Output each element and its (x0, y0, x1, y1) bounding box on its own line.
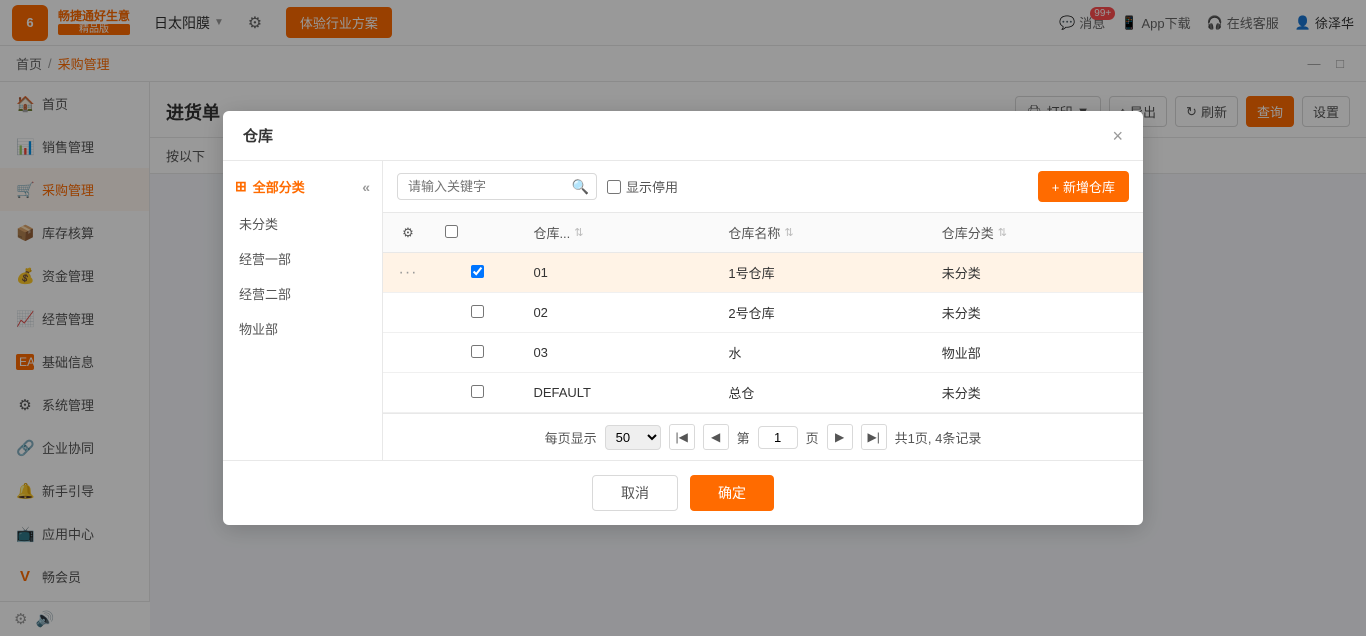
row-checkbox-cell (433, 293, 521, 333)
modal-close-button[interactable]: × (1112, 127, 1123, 145)
category-header: ⊞ 全部分类 « (223, 171, 382, 206)
table-toolbar: 🔍 显示停用 + 新增仓库 (383, 161, 1143, 213)
name-sort-icon: ⇅ (784, 226, 793, 239)
row-dots-menu[interactable]: ··· (399, 264, 418, 281)
modal-body: ⊞ 全部分类 « 未分类 经营一部 经营二部 物业部 (223, 161, 1143, 460)
row-action-cell (383, 333, 433, 373)
col-name-label: 仓库名称 (728, 223, 780, 242)
col-category-label: 仓库分类 (942, 223, 994, 242)
show-disabled-label: 显示停用 (626, 177, 678, 196)
category-label-property: 物业部 (239, 322, 278, 337)
confirm-button[interactable]: 确定 (690, 475, 774, 511)
modal-header: 仓库 × (223, 111, 1143, 161)
modal-footer: 取消 确定 (223, 460, 1143, 525)
row-checkbox[interactable] (471, 305, 484, 318)
row-category: 未分类 (930, 253, 1143, 293)
show-disabled-checkbox[interactable] (607, 180, 621, 194)
table-header-row: ⚙ 仓库... ⇅ 仓库名称 (383, 213, 1143, 253)
search-input[interactable] (397, 173, 597, 200)
row-name: 1号仓库 (716, 253, 929, 293)
row-category: 未分类 (930, 293, 1143, 333)
page-size-select[interactable]: 10 20 50 100 (605, 425, 661, 450)
page-input[interactable] (758, 426, 798, 449)
warehouse-modal: 仓库 × ⊞ 全部分类 « 未分类 经营一部 (223, 111, 1143, 525)
category-label-dept2: 经营二部 (239, 287, 291, 302)
row-checkbox[interactable] (471, 265, 484, 278)
table-row[interactable]: 03 水 物业部 (383, 333, 1143, 373)
gear-col-icon: ⚙ (402, 225, 414, 240)
search-icon: 🔍 (572, 178, 589, 195)
add-warehouse-btn[interactable]: + 新增仓库 (1038, 171, 1129, 202)
category-item-dept2[interactable]: 经营二部 (223, 276, 382, 311)
search-wrap: 🔍 (397, 173, 597, 200)
row-action-cell (383, 293, 433, 333)
category-item-dept1[interactable]: 经营一部 (223, 241, 382, 276)
category-label-unclassified: 未分类 (239, 217, 278, 232)
total-info: 共1页, 4条记录 (895, 428, 982, 447)
col-gear: ⚙ (383, 213, 433, 253)
row-checkbox-cell (433, 253, 521, 293)
table-area: 🔍 显示停用 + 新增仓库 ⚙ (383, 161, 1143, 460)
row-checkbox[interactable] (471, 345, 484, 358)
show-disabled-wrap: 显示停用 (607, 177, 678, 196)
category-title-row: ⊞ 全部分类 (235, 177, 305, 196)
modal-overlay: 仓库 × ⊞ 全部分类 « 未分类 经营一部 (0, 0, 1366, 636)
col-name: 仓库名称 ⇅ (716, 213, 929, 253)
table-row[interactable]: DEFAULT 总仓 未分类 (383, 373, 1143, 413)
row-name: 总仓 (716, 373, 929, 413)
page-prev-btn[interactable]: ◀ (703, 424, 729, 450)
all-category-label[interactable]: 全部分类 (253, 177, 305, 196)
category-item-property[interactable]: 物业部 (223, 311, 382, 346)
row-category: 未分类 (930, 373, 1143, 413)
warehouse-table: ⚙ 仓库... ⇅ 仓库名称 (383, 213, 1143, 413)
row-code: DEFAULT (521, 373, 716, 413)
data-table: ⚙ 仓库... ⇅ 仓库名称 (383, 213, 1143, 413)
category-collapse-btn[interactable]: « (362, 179, 370, 195)
modal-title: 仓库 (243, 125, 273, 146)
row-action-cell: ··· (383, 253, 433, 293)
row-checkbox-cell (433, 373, 521, 413)
col-checkbox (433, 213, 521, 253)
category-label-dept1: 经营一部 (239, 252, 291, 267)
row-code: 01 (521, 253, 716, 293)
pagination-bar: 每页显示 10 20 50 100 |◀ ◀ 第 页 ▶ ▶| 共1页, 4条记… (383, 413, 1143, 460)
row-name: 水 (716, 333, 929, 373)
select-all-checkbox[interactable] (445, 225, 458, 238)
page-next-btn[interactable]: ▶ (827, 424, 853, 450)
category-sidebar: ⊞ 全部分类 « 未分类 经营一部 经营二部 物业部 (223, 161, 383, 460)
page-first-btn[interactable]: |◀ (669, 424, 695, 450)
grid-icon: ⊞ (235, 178, 247, 195)
page-last-btn[interactable]: ▶| (861, 424, 887, 450)
page-unit: 页 (806, 428, 819, 447)
cancel-button[interactable]: 取消 (592, 475, 678, 511)
col-category: 仓库分类 ⇅ (930, 213, 1143, 253)
row-code: 02 (521, 293, 716, 333)
row-action-cell (383, 373, 433, 413)
row-checkbox-cell (433, 333, 521, 373)
table-body: ··· 01 1号仓库 未分类 02 2号仓库 未分类 (383, 253, 1143, 413)
category-sort-icon: ⇅ (998, 226, 1007, 239)
per-page-label: 每页显示 (545, 428, 597, 447)
table-row[interactable]: ··· 01 1号仓库 未分类 (383, 253, 1143, 293)
row-checkbox[interactable] (471, 385, 484, 398)
page-label: 第 (737, 428, 750, 447)
table-row[interactable]: 02 2号仓库 未分类 (383, 293, 1143, 333)
row-category: 物业部 (930, 333, 1143, 373)
row-code: 03 (521, 333, 716, 373)
col-code: 仓库... ⇅ (521, 213, 716, 253)
col-code-label: 仓库... (533, 223, 570, 242)
code-sort-icon: ⇅ (574, 226, 583, 239)
category-item-unclassified[interactable]: 未分类 (223, 206, 382, 241)
row-name: 2号仓库 (716, 293, 929, 333)
